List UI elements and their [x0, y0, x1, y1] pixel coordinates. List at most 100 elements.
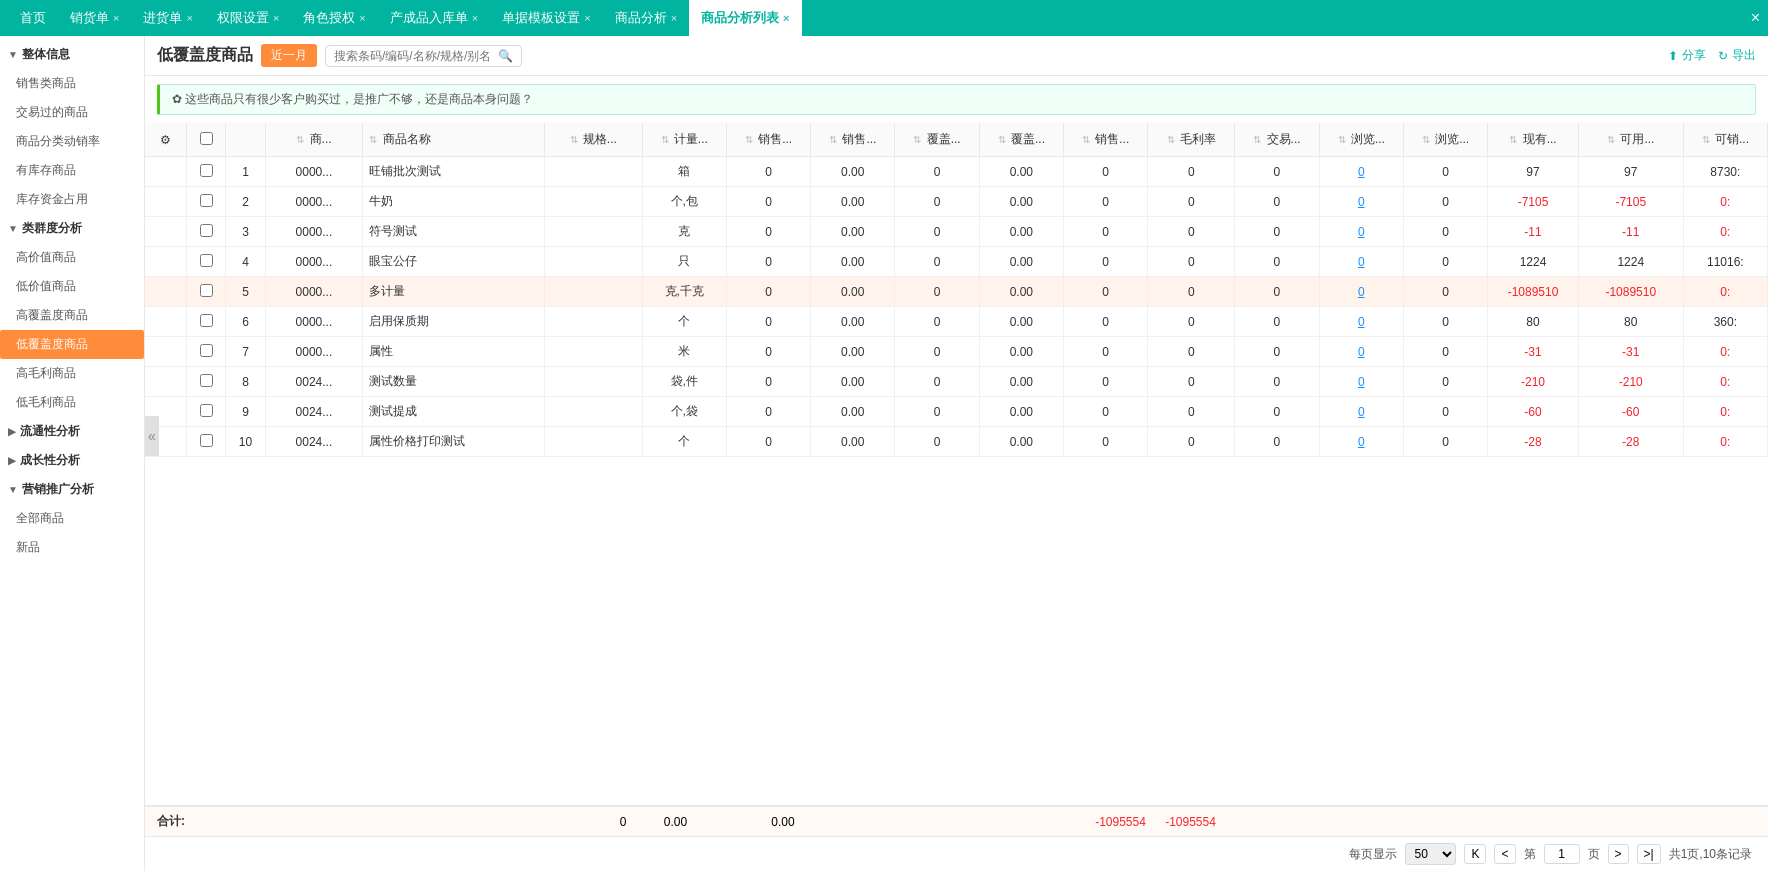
col-header-sales-amt[interactable]: ⇅ 销售...	[811, 123, 895, 157]
row-checkbox[interactable]	[187, 277, 226, 307]
col-header-cover-rate[interactable]: ⇅ 覆盖...	[979, 123, 1063, 157]
nav-tab-product-entry[interactable]: 产成品入库单 ×	[378, 0, 490, 36]
col-header-cover-cust[interactable]: ⇅ 覆盖...	[895, 123, 979, 157]
sidebar-item-high-gross[interactable]: 高毛利商品	[0, 359, 144, 388]
row-checkbox[interactable]	[187, 337, 226, 367]
prev-page-button[interactable]: <	[1494, 844, 1515, 864]
row-browse-qty[interactable]: 0	[1319, 217, 1403, 247]
row-browse-qty[interactable]: 0	[1319, 367, 1403, 397]
close-icon[interactable]: ×	[671, 12, 677, 24]
col-header-stock[interactable]: ⇅ 现有...	[1488, 123, 1579, 157]
close-icon[interactable]: ×	[584, 12, 590, 24]
row-checkbox[interactable]	[187, 157, 226, 187]
col-header-check[interactable]	[187, 123, 226, 157]
row-cover-rate: 0.00	[979, 367, 1063, 397]
row-browse-qty[interactable]: 0	[1319, 337, 1403, 367]
col-header-name[interactable]: ⇅ 商品名称	[363, 123, 545, 157]
col-header-avail[interactable]: ⇅ 可用...	[1578, 123, 1683, 157]
close-icon[interactable]: ×	[783, 12, 789, 24]
sidebar-collapse-button[interactable]: «	[145, 416, 159, 456]
row-checkbox[interactable]	[187, 247, 226, 277]
sidebar-item-sales-goods[interactable]: 销售类商品	[0, 69, 144, 98]
close-icon[interactable]: ×	[113, 12, 119, 24]
settings-icon[interactable]: ⚙	[160, 133, 171, 147]
nav-tab-permissions[interactable]: 权限设置 ×	[205, 0, 291, 36]
nav-tab-home[interactable]: 首页	[8, 0, 58, 36]
select-all-checkbox[interactable]	[200, 132, 213, 145]
col-header-sales-qty[interactable]: ⇅ 销售...	[726, 123, 810, 157]
row-checkbox[interactable]	[187, 397, 226, 427]
row-num: 6	[226, 307, 265, 337]
row-spec	[544, 217, 642, 247]
nav-tab-purchase[interactable]: 进货单 ×	[131, 0, 204, 36]
close-all-button[interactable]: ×	[1751, 9, 1760, 27]
search-input[interactable]	[334, 49, 494, 63]
row-checkbox[interactable]	[187, 187, 226, 217]
col-header-spec[interactable]: ⇅ 规格...	[544, 123, 642, 157]
share-button[interactable]: ⬆ 分享	[1668, 47, 1706, 64]
col-header-sales-days[interactable]: ⇅ 销售...	[1063, 123, 1147, 157]
row-browse-qty[interactable]: 0	[1319, 187, 1403, 217]
col-header-trade[interactable]: ⇅ 交易...	[1235, 123, 1319, 157]
sort-icon: ⇅	[745, 134, 753, 145]
sidebar-item-low-value[interactable]: 低价值商品	[0, 272, 144, 301]
sidebar-section-marketing[interactable]: ▼ 营销推广分析	[0, 475, 144, 504]
next-page-button[interactable]: >	[1608, 844, 1629, 864]
col-header-saleable[interactable]: ⇅ 可销...	[1683, 123, 1767, 157]
close-icon[interactable]: ×	[186, 12, 192, 24]
page-input[interactable]	[1544, 844, 1580, 864]
sort-icon: ⇅	[913, 134, 921, 145]
col-header-browse-rate[interactable]: ⇅ 浏览...	[1403, 123, 1487, 157]
sidebar-item-category-rate[interactable]: 商品分类动销率	[0, 127, 144, 156]
row-settings	[145, 217, 187, 247]
sidebar-item-high-coverage[interactable]: 高覆盖度商品	[0, 301, 144, 330]
close-icon[interactable]: ×	[273, 12, 279, 24]
row-browse-qty[interactable]: 0	[1319, 397, 1403, 427]
sidebar-item-stocked-goods[interactable]: 有库存商品	[0, 156, 144, 185]
nav-tab-product-analysis-list[interactable]: 商品分析列表 ×	[689, 0, 801, 36]
sidebar-item-high-value[interactable]: 高价值商品	[0, 243, 144, 272]
col-header-browse-qty[interactable]: ⇅ 浏览...	[1319, 123, 1403, 157]
sidebar-item-low-coverage[interactable]: 低覆盖度商品	[0, 330, 144, 359]
col-header-unit[interactable]: ⇅ 计量...	[642, 123, 726, 157]
nav-tab-roles[interactable]: 角色授权 ×	[291, 0, 377, 36]
sidebar-section-growth[interactable]: ▶ 成长性分析	[0, 446, 144, 475]
col-header-gross[interactable]: ⇅ 毛利率	[1148, 123, 1235, 157]
row-browse-qty[interactable]: 0	[1319, 247, 1403, 277]
col-header-code[interactable]: ⇅ 商...	[265, 123, 363, 157]
nav-tab-template[interactable]: 单据模板设置 ×	[490, 0, 602, 36]
col-header-settings[interactable]: ⚙	[145, 123, 187, 157]
export-button[interactable]: ↻ 导出	[1718, 47, 1756, 64]
row-browse-qty[interactable]: 0	[1319, 427, 1403, 457]
row-browse-qty[interactable]: 0	[1319, 307, 1403, 337]
search-icon[interactable]: 🔍	[498, 49, 513, 63]
row-checkbox[interactable]	[187, 217, 226, 247]
row-browse-qty[interactable]: 0	[1319, 277, 1403, 307]
row-browse-qty[interactable]: 0	[1319, 157, 1403, 187]
sidebar-section-overall[interactable]: ▼ 整体信息	[0, 40, 144, 69]
row-unit: 只	[642, 247, 726, 277]
nav-tab-sales[interactable]: 销货单 ×	[58, 0, 131, 36]
sidebar-section-cluster[interactable]: ▼ 类群度分析	[0, 214, 144, 243]
first-page-button[interactable]: K	[1464, 844, 1486, 864]
top-navigation: 首页 销货单 × 进货单 × 权限设置 × 角色授权 × 产成品入库单 × 单据…	[0, 0, 1768, 36]
table-row: 6 0000... 启用保质期 个 0 0.00 0 0.00 0 0 0 0 …	[145, 307, 1768, 337]
row-checkbox[interactable]	[187, 367, 226, 397]
sidebar-section-circulation[interactable]: ▶ 流通性分析	[0, 417, 144, 446]
last-page-button[interactable]: >|	[1637, 844, 1661, 864]
close-icon[interactable]: ×	[359, 12, 365, 24]
sidebar-item-low-gross[interactable]: 低毛利商品	[0, 388, 144, 417]
pagination-bar: 每页显示 50 20 100 K < 第 页 > >| 共1页,10条记录	[145, 836, 1768, 871]
sidebar-item-capital-occupy[interactable]: 库存资金占用	[0, 185, 144, 214]
row-checkbox[interactable]	[187, 307, 226, 337]
close-icon[interactable]: ×	[472, 12, 478, 24]
page-label: 第	[1524, 846, 1536, 863]
sidebar-item-traded-goods[interactable]: 交易过的商品	[0, 98, 144, 127]
sidebar-item-new-goods[interactable]: 新品	[0, 533, 144, 562]
time-filter-button[interactable]: 近一月	[261, 44, 317, 67]
row-checkbox[interactable]	[187, 427, 226, 457]
per-page-select[interactable]: 50 20 100	[1405, 843, 1456, 865]
nav-tab-product-analysis[interactable]: 商品分析 ×	[603, 0, 689, 36]
sidebar-item-all-goods[interactable]: 全部商品	[0, 504, 144, 533]
row-sales-days: 0	[1063, 427, 1147, 457]
